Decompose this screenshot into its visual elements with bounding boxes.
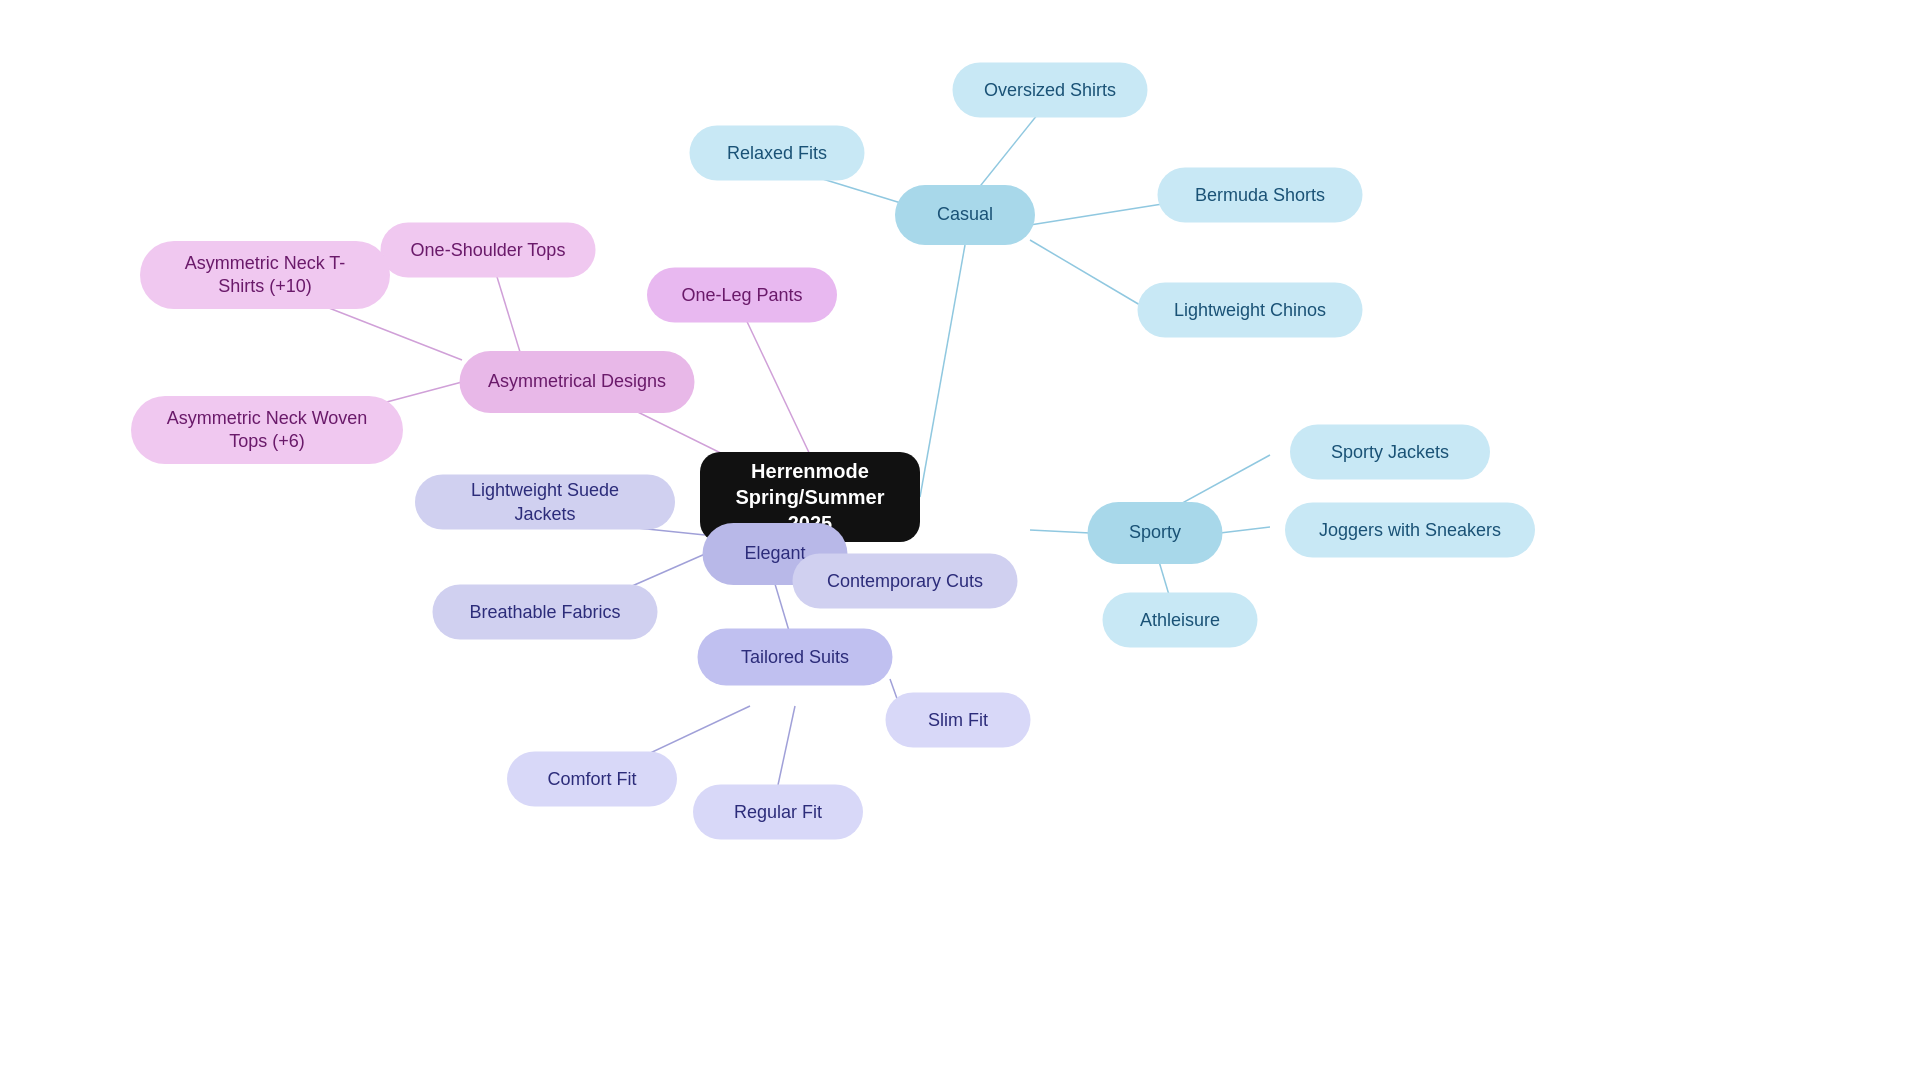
node-joggers-sneakers[interactable]: Joggers with Sneakers — [1285, 503, 1535, 558]
node-asymmetric-neck-woven[interactable]: Asymmetric Neck Woven Tops (+6) — [131, 396, 403, 464]
node-lightweight-chinos[interactable]: Lightweight Chinos — [1138, 283, 1363, 338]
node-comfort-fit[interactable]: Comfort Fit — [507, 752, 677, 807]
node-lightweight-suede[interactable]: Lightweight Suede Jackets — [415, 475, 675, 530]
svg-line-0 — [920, 245, 965, 497]
node-sporty[interactable]: Sporty — [1088, 502, 1223, 564]
svg-line-7 — [1220, 527, 1270, 533]
node-bermuda-shorts[interactable]: Bermuda Shorts — [1158, 168, 1363, 223]
node-casual[interactable]: Casual — [895, 185, 1035, 245]
node-one-leg-pants[interactable]: One-Leg Pants — [647, 268, 837, 323]
svg-line-3 — [1030, 202, 1175, 225]
svg-line-5 — [1030, 530, 1090, 533]
node-slim-fit[interactable]: Slim Fit — [886, 693, 1031, 748]
node-sporty-jackets[interactable]: Sporty Jackets — [1290, 425, 1490, 480]
node-athleisure[interactable]: Athleisure — [1103, 593, 1258, 648]
node-regular-fit[interactable]: Regular Fit — [693, 785, 863, 840]
node-tailored-suits[interactable]: Tailored Suits — [698, 629, 893, 686]
svg-line-4 — [1030, 240, 1140, 305]
node-asymmetric-neck-tshirts[interactable]: Asymmetric Neck T-Shirts (+10) — [140, 241, 390, 309]
node-oversized-shirts[interactable]: Oversized Shirts — [953, 63, 1148, 118]
node-asymmetrical-designs[interactable]: Asymmetrical Designs — [460, 351, 695, 413]
node-breathable-fabrics[interactable]: Breathable Fabrics — [433, 585, 658, 640]
node-contemporary-cuts[interactable]: Contemporary Cuts — [793, 554, 1018, 609]
svg-line-15 — [778, 706, 795, 785]
node-one-shoulder-tops[interactable]: One-Shoulder Tops — [381, 223, 596, 278]
node-relaxed-fits[interactable]: Relaxed Fits — [690, 126, 865, 181]
